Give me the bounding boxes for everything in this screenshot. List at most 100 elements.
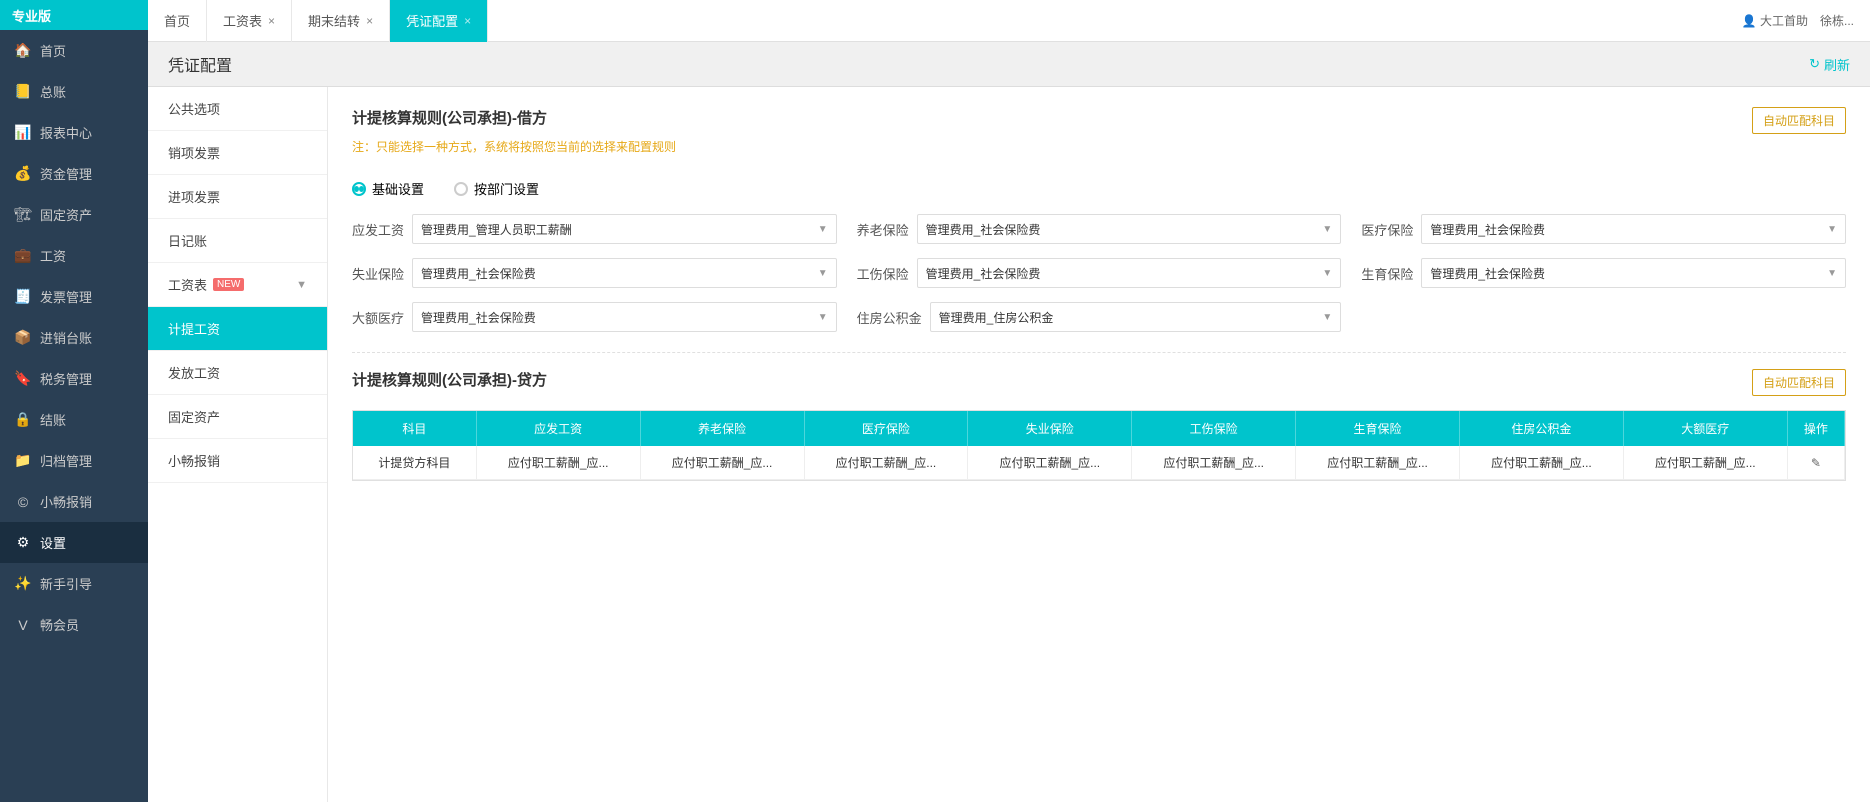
user-name: 徐栋... xyxy=(1820,12,1854,29)
nav-item-cancel-invoice[interactable]: 销项发票 xyxy=(148,131,327,175)
yanglao-label: 养老保险 xyxy=(857,220,909,239)
nav-item-calc-salary[interactable]: 计提工资 xyxy=(148,307,327,351)
yanglao-select[interactable]: 管理费用_社会保险费 ▼ xyxy=(917,214,1342,244)
radio-basic[interactable]: 基础设置 xyxy=(352,179,424,198)
settings-icon: ⚙ xyxy=(14,534,32,551)
yingfa-label: 应发工资 xyxy=(352,220,404,239)
daeliao-select[interactable]: 管理费用_社会保险费 ▼ xyxy=(412,302,837,332)
credit-auto-match-button[interactable]: 自动匹配科目 xyxy=(1752,369,1846,396)
refresh-button[interactable]: ↻ 刷新 xyxy=(1809,55,1850,74)
table-row: 计提贷方科目 应付职工薪酬_应... 应付职工薪酬_应... 应付职工薪酬_应.… xyxy=(353,446,1845,480)
nav-item-fixed-assets[interactable]: 固定资产 xyxy=(148,395,327,439)
sidebar-item-tax-label: 税务管理 xyxy=(40,369,92,388)
tax-icon: 🔖 xyxy=(14,370,32,387)
col-shiye: 失业保险 xyxy=(968,411,1132,446)
row-subject: 计提贷方科目 xyxy=(353,446,476,480)
radio-dept[interactable]: 按部门设置 xyxy=(454,179,539,198)
tab-voucher-close[interactable]: × xyxy=(464,14,471,28)
sidebar-item-invoice[interactable]: 🧾 发票管理 xyxy=(0,276,148,317)
sidebar-header: 专业版 xyxy=(0,0,148,30)
sidebar: 专业版 🏠 首页 📒 总账 📊 报表中心 💰 资金管理 🏗 固定资产 💼 工资 … xyxy=(0,0,148,802)
page-header: 凭证配置 ↻ 刷新 xyxy=(148,42,1870,87)
funds-icon: 💰 xyxy=(14,165,32,182)
yanglao-value: 管理费用_社会保险费 xyxy=(926,221,1323,238)
col-shengyu: 生育保险 xyxy=(1296,411,1460,446)
gongshang-chevron: ▼ xyxy=(1322,268,1332,279)
sidebar-item-xiaochang-expense[interactable]: © 小畅报销 xyxy=(0,481,148,522)
zhufang-select[interactable]: 管理费用_住房公积金 ▼ xyxy=(930,302,1342,332)
sidebar-item-home[interactable]: 🏠 首页 xyxy=(0,30,148,71)
sidebar-item-ledger[interactable]: 📒 总账 xyxy=(0,71,148,112)
sidebar-item-tax[interactable]: 🔖 税务管理 xyxy=(0,358,148,399)
shengyu-chevron: ▼ xyxy=(1827,268,1837,279)
nav-item-pay-salary[interactable]: 发放工资 xyxy=(148,351,327,395)
sidebar-item-guide[interactable]: ✨ 新手引导 xyxy=(0,563,148,604)
row-col1: 应付职工薪酬_应... xyxy=(476,446,640,480)
daeliao-chevron: ▼ xyxy=(818,312,828,323)
debit-field-shiye: 失业保险 管理费用_社会保险费 ▼ xyxy=(352,258,837,288)
shengyu-label: 生育保险 xyxy=(1361,264,1413,283)
tab-salary-table[interactable]: 工资表 × xyxy=(207,0,292,42)
zhufang-label: 住房公积金 xyxy=(857,308,922,327)
tab-voucher-config[interactable]: 凭证配置 × xyxy=(390,0,488,42)
nav-item-xiaochang[interactable]: 小畅报销 xyxy=(148,439,327,483)
yiliao-select[interactable]: 管理费用_社会保险费 ▼ xyxy=(1421,214,1846,244)
credit-section-title: 计提核算规则(公司承担)-贷方 xyxy=(352,369,547,390)
debit-form-grid: 应发工资 管理费用_管理人员职工薪酬 ▼ 养老保险 管理费用_社会保险费 ▼ xyxy=(352,214,1846,332)
daeliao-value: 管理费用_社会保险费 xyxy=(421,309,818,326)
shiye-chevron: ▼ xyxy=(818,268,828,279)
shiye-select[interactable]: 管理费用_社会保险费 ▼ xyxy=(412,258,837,288)
radio-basic-label: 基础设置 xyxy=(372,179,424,198)
nav-item-salary-table[interactable]: 工资表 NEW ▼ xyxy=(148,263,327,307)
vip-icon: V xyxy=(14,617,32,633)
invoice-icon: 🧾 xyxy=(14,288,32,305)
row-col3: 应付职工薪酬_应... xyxy=(804,446,968,480)
debit-field-yiliao: 医疗保险 管理费用_社会保险费 ▼ xyxy=(1361,214,1846,244)
user-info: 👤 大工首助 xyxy=(1742,12,1808,29)
tab-home[interactable]: 首页 xyxy=(148,0,207,42)
sidebar-item-vip[interactable]: V 畅会员 xyxy=(0,604,148,645)
nav-item-journal[interactable]: 日记账 xyxy=(148,219,327,263)
nav-item-progress-invoice[interactable]: 进项发票 xyxy=(148,175,327,219)
tab-home-label: 首页 xyxy=(164,11,190,30)
debit-section-header: 计提核算规则(公司承担)-借方 注：只能选择一种方式，系统将按照您当前的选择来配… xyxy=(352,107,1846,169)
debit-field-zhufang: 住房公积金 管理费用_住房公积金 ▼ xyxy=(857,302,1342,332)
col-yanglao: 养老保险 xyxy=(640,411,804,446)
nav-item-public[interactable]: 公共选项 xyxy=(148,87,327,131)
sidebar-item-close[interactable]: 🔒 结账 xyxy=(0,399,148,440)
credit-table-container: 科目 应发工资 养老保险 医疗保险 失业保险 工伤保险 生育保险 住房公积金 大… xyxy=(352,410,1846,481)
sidebar-item-archive[interactable]: 📁 归档管理 xyxy=(0,440,148,481)
topbar-right: 👤 大工首助 徐栋... xyxy=(1742,12,1870,29)
tab-period-close[interactable]: 期末结转 × xyxy=(292,0,390,42)
radio-basic-circle xyxy=(352,182,366,196)
yanglao-chevron: ▼ xyxy=(1322,224,1332,235)
assets-icon: 🏗 xyxy=(14,206,32,223)
debit-field-yingfa: 应发工资 管理费用_管理人员职工薪酬 ▼ xyxy=(352,214,837,244)
inventory-icon: 📦 xyxy=(14,329,32,346)
col-action: 操作 xyxy=(1787,411,1844,446)
tab-salary-close[interactable]: × xyxy=(268,14,275,28)
gongshang-select[interactable]: 管理费用_社会保险费 ▼ xyxy=(917,258,1342,288)
col-gongshang: 工伤保险 xyxy=(1132,411,1296,446)
sidebar-item-reports[interactable]: 📊 报表中心 xyxy=(0,112,148,153)
col-yingfa: 应发工资 xyxy=(476,411,640,446)
tab-period-close-btn[interactable]: × xyxy=(366,14,373,28)
sidebar-item-inventory[interactable]: 📦 进销台账 xyxy=(0,317,148,358)
sidebar-item-funds[interactable]: 💰 资金管理 xyxy=(0,153,148,194)
debit-field-shengyu: 生育保险 管理费用_社会保险费 ▼ xyxy=(1361,258,1846,288)
refresh-icon: ↻ xyxy=(1809,56,1820,72)
new-badge: NEW xyxy=(213,278,244,291)
row-col4: 应付职工薪酬_应... xyxy=(968,446,1132,480)
sidebar-item-settings[interactable]: ⚙ 设置 xyxy=(0,522,148,563)
radio-dept-label: 按部门设置 xyxy=(474,179,539,198)
sidebar-item-assets[interactable]: 🏗 固定资产 xyxy=(0,194,148,235)
row-action[interactable]: ✎ xyxy=(1787,446,1844,480)
yingfa-select[interactable]: 管理费用_管理人员职工薪酬 ▼ xyxy=(412,214,837,244)
row-col2: 应付职工薪酬_应... xyxy=(640,446,804,480)
row-col7: 应付职工薪酬_应... xyxy=(1460,446,1624,480)
debit-auto-match-button[interactable]: 自动匹配科目 xyxy=(1752,107,1846,134)
shengyu-select[interactable]: 管理费用_社会保险费 ▼ xyxy=(1421,258,1846,288)
reports-icon: 📊 xyxy=(14,124,32,141)
sidebar-item-salary[interactable]: 💼 工资 xyxy=(0,235,148,276)
edit-icon[interactable]: ✎ xyxy=(1811,456,1821,470)
